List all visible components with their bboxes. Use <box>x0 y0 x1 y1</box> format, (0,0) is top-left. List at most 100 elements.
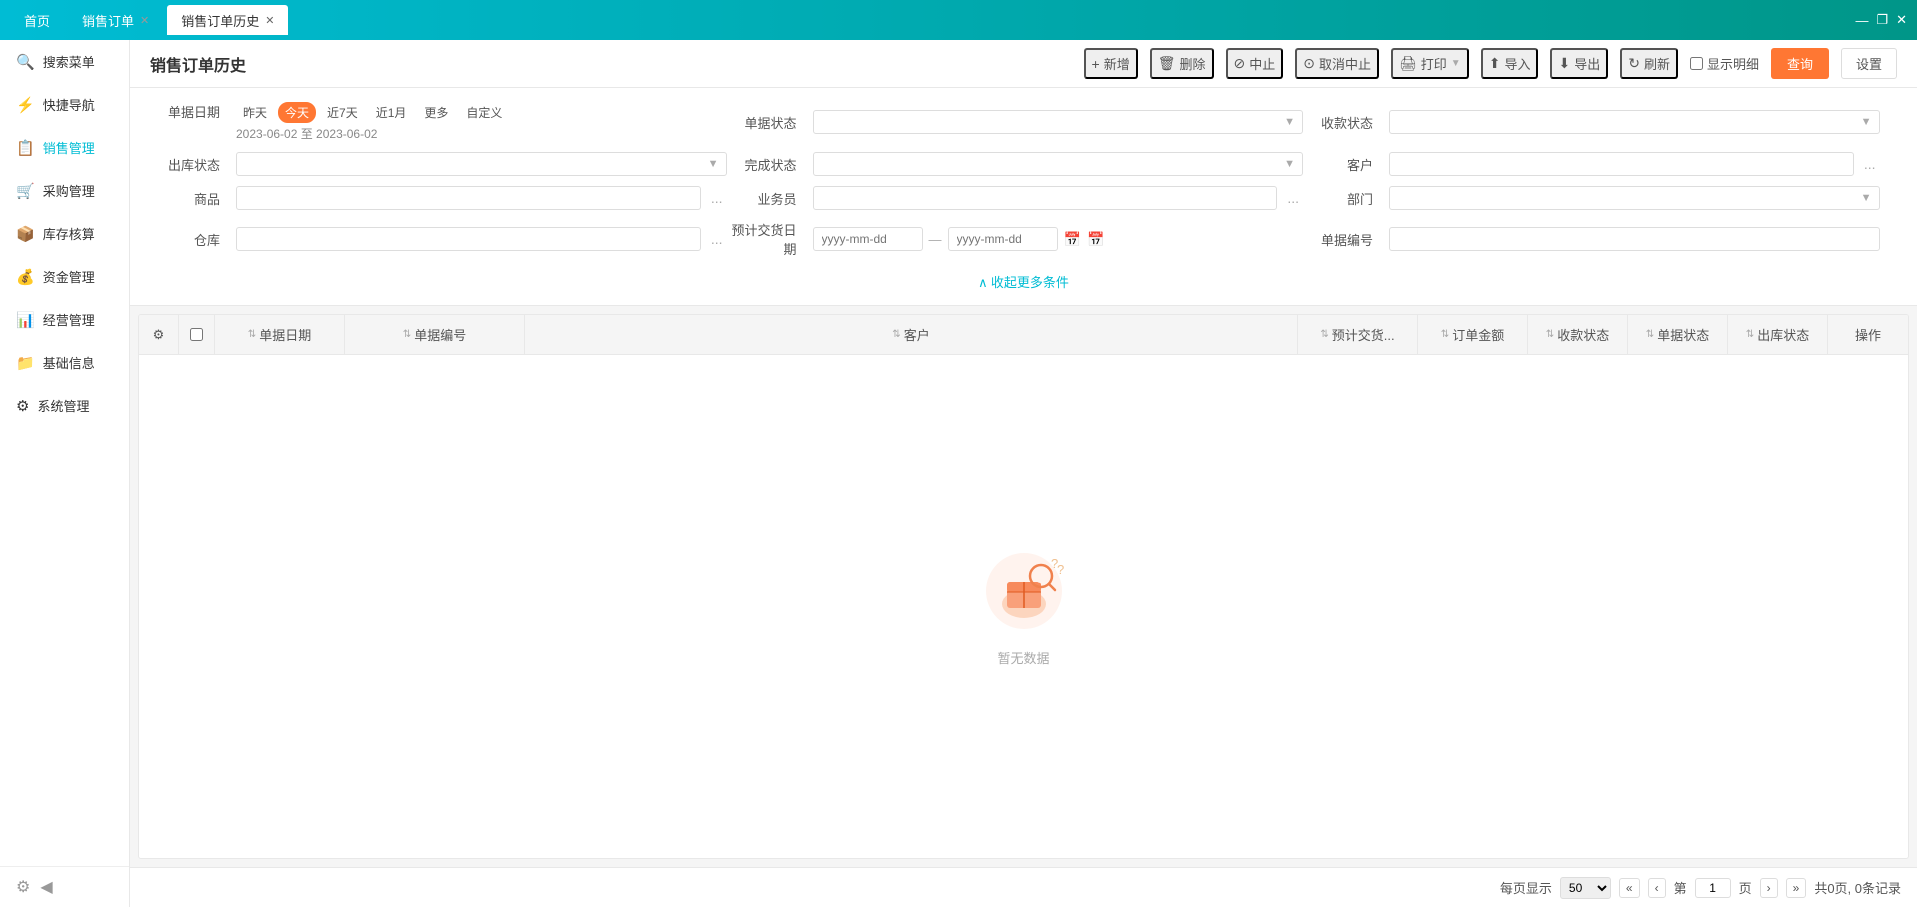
page-size-select[interactable]: 50 100 200 <box>1560 877 1611 899</box>
bill-status-label: 单据状态 <box>727 113 807 132</box>
last-page-btn[interactable]: » <box>1786 878 1807 898</box>
bill-number-input[interactable] <box>1389 227 1880 251</box>
next-page-btn[interactable]: › <box>1760 878 1778 898</box>
display-detail-check[interactable]: 显示明细 <box>1690 54 1759 73</box>
page-titlebar: 销售订单历史 + 新增 🗑 删除 ⊘ 中止 ⊙ 取消中止 <box>130 40 1917 88</box>
refresh-button[interactable]: ↻ 刷新 <box>1620 48 1678 79</box>
sort-icon-payment-status[interactable]: ⇅ <box>1546 329 1554 340</box>
salesperson-input[interactable] <box>813 186 1278 210</box>
page-input[interactable] <box>1695 878 1731 898</box>
sort-icon-bill-status[interactable]: ⇅ <box>1646 329 1654 340</box>
sidebar-item-inventory[interactable]: 📦 库存核算 <box>0 212 129 255</box>
stop-button[interactable]: ⊘ 中止 <box>1226 48 1284 79</box>
sort-icon-order-amount[interactable]: ⇅ <box>1441 329 1449 340</box>
th-bill-date: ⇅ 单据日期 <box>215 315 345 354</box>
collapse-row[interactable]: ∧ 收起更多条件 <box>150 268 1897 291</box>
first-page-btn[interactable]: « <box>1619 878 1640 898</box>
close-btn[interactable]: ✕ <box>1896 12 1907 28</box>
expected-delivery-from[interactable] <box>813 227 923 251</box>
goods-picker-btn[interactable]: ... <box>707 190 727 206</box>
tab-sales-order[interactable]: 销售订单 ✕ <box>68 5 163 35</box>
cancel-stop-button[interactable]: ⊙ 取消中止 <box>1295 48 1379 79</box>
select-all-checkbox[interactable] <box>190 328 203 341</box>
sort-icon-customer[interactable]: ⇅ <box>892 329 900 340</box>
tab-home[interactable]: 首页 <box>10 5 64 35</box>
sort-icon-bill-date[interactable]: ⇅ <box>248 329 256 340</box>
department-select[interactable] <box>1389 186 1880 210</box>
restore-btn[interactable]: ❐ <box>1876 12 1888 28</box>
delivery-status-select[interactable] <box>236 152 727 176</box>
th-settings[interactable]: ⚙ <box>139 315 179 354</box>
table-settings-icon[interactable]: ⚙ <box>153 327 165 343</box>
tab-sales-order-history-close[interactable]: ✕ <box>265 14 274 27</box>
warehouse-input[interactable] <box>236 227 701 251</box>
sidebar-item-basic-info[interactable]: 📁 基础信息 <box>0 341 129 384</box>
print-button[interactable]: 🖨 打印 ▼ <box>1391 48 1469 79</box>
setting-button[interactable]: 设置 <box>1841 48 1897 79</box>
date-7days-btn[interactable]: 近7天 <box>320 102 365 123</box>
complete-status-label: 完成状态 <box>727 155 807 174</box>
date-range-dash: — <box>929 232 942 247</box>
export-button[interactable]: ⬇ 导出 <box>1550 48 1608 79</box>
sort-icon-delivery-status[interactable]: ⇅ <box>1746 329 1754 340</box>
sidebar-collapse-icon[interactable]: ◀ <box>40 877 52 897</box>
date-yesterday-btn[interactable]: 昨天 <box>236 102 274 123</box>
print-label: 打印 <box>1421 54 1447 73</box>
payment-status-select[interactable] <box>1389 110 1880 134</box>
sidebar-item-operations[interactable]: 📊 经营管理 <box>0 298 129 341</box>
filter-row-1: 单据日期 昨天 今天 近7天 近1月 更多 自定义 2023-06-02 至 2… <box>150 102 1897 142</box>
warehouse-picker-btn[interactable]: ... <box>707 231 727 247</box>
salesperson-picker-btn[interactable]: ... <box>1283 190 1303 206</box>
sort-icon-bill-no[interactable]: ⇅ <box>403 329 411 340</box>
sort-icon-expected-delivery[interactable]: ⇅ <box>1320 329 1328 340</box>
customer-picker-btn[interactable]: ... <box>1860 156 1880 172</box>
sales-mgmt-icon: 📋 <box>16 139 35 157</box>
page-size-label: 每页显示 <box>1500 878 1552 897</box>
sidebar-item-purchase-mgmt[interactable]: 🛒 采购管理 <box>0 169 129 212</box>
sidebar-item-system-mgmt-label: 系统管理 <box>37 396 89 415</box>
sidebar-bottom: ⚙ ◀ <box>0 866 129 907</box>
svg-text:?: ? <box>1057 562 1064 577</box>
calendar-icon-to[interactable]: 📅 <box>1087 231 1104 248</box>
date-more-btn[interactable]: 更多 <box>417 102 455 123</box>
sidebar-item-quick-nav[interactable]: ⚡ 快捷导航 <box>0 83 129 126</box>
goods-input[interactable] <box>236 186 701 210</box>
th-order-amount: ⇅ 订单金额 <box>1418 315 1528 354</box>
pagination-bar: 每页显示 50 100 200 « ‹ 第 页 › » 共0页, 0条记录 <box>130 867 1917 907</box>
delete-button[interactable]: 🗑 删除 <box>1150 48 1214 79</box>
export-label: 导出 <box>1574 54 1600 73</box>
query-button[interactable]: 查询 <box>1771 48 1829 79</box>
date-custom-btn[interactable]: 自定义 <box>459 102 509 123</box>
complete-status-select-wrapper: ▼ <box>813 152 1304 176</box>
sidebar-item-system-mgmt[interactable]: ⚙ 系统管理 <box>0 384 129 427</box>
refresh-label: 刷新 <box>1644 54 1670 73</box>
tab-sales-order-history[interactable]: 销售订单历史 ✕ <box>167 5 288 35</box>
sidebar-item-search-menu[interactable]: 🔍 搜索菜单 <box>0 40 129 83</box>
date-today-btn[interactable]: 今天 <box>278 102 316 123</box>
calendar-icon-from[interactable]: 📅 <box>1064 231 1081 248</box>
sidebar-settings-icon[interactable]: ⚙ <box>16 877 30 897</box>
complete-status-select[interactable] <box>813 152 1304 176</box>
table-area: ⚙ ⇅ 单据日期 ⇅ 单据编号 ⇅ 客户 ⇅ <box>138 314 1909 859</box>
bill-status-select[interactable] <box>813 110 1304 134</box>
expected-delivery-to[interactable] <box>948 227 1058 251</box>
prev-page-btn[interactable]: ‹ <box>1648 878 1666 898</box>
filter-row-3: 商品 ... 业务员 ... 部门 ▼ <box>150 186 1897 210</box>
tab-sales-order-history-label: 销售订单历史 <box>181 11 259 30</box>
tab-sales-order-close[interactable]: ✕ <box>140 14 149 27</box>
sidebar-item-sales-mgmt[interactable]: 📋 销售管理 <box>0 126 129 169</box>
sidebar-item-finance[interactable]: 💰 资金管理 <box>0 255 129 298</box>
th-checkbox[interactable] <box>179 315 215 354</box>
import-button[interactable]: ⬆ 导入 <box>1481 48 1539 79</box>
minimize-btn[interactable]: — <box>1855 13 1868 28</box>
customer-input[interactable] <box>1389 152 1854 176</box>
refresh-icon: ↻ <box>1628 55 1640 72</box>
new-button[interactable]: + 新增 <box>1084 48 1138 79</box>
sidebar-item-basic-info-label: 基础信息 <box>43 353 95 372</box>
date-range-text: 2023-06-02 至 2023-06-02 <box>236 125 509 142</box>
expected-delivery-label: 预计交货日期 <box>727 220 807 258</box>
sidebar-item-quick-nav-label: 快捷导航 <box>43 95 95 114</box>
display-detail-checkbox[interactable] <box>1690 57 1703 70</box>
date-month-btn[interactable]: 近1月 <box>369 102 414 123</box>
import-label: 导入 <box>1504 54 1530 73</box>
